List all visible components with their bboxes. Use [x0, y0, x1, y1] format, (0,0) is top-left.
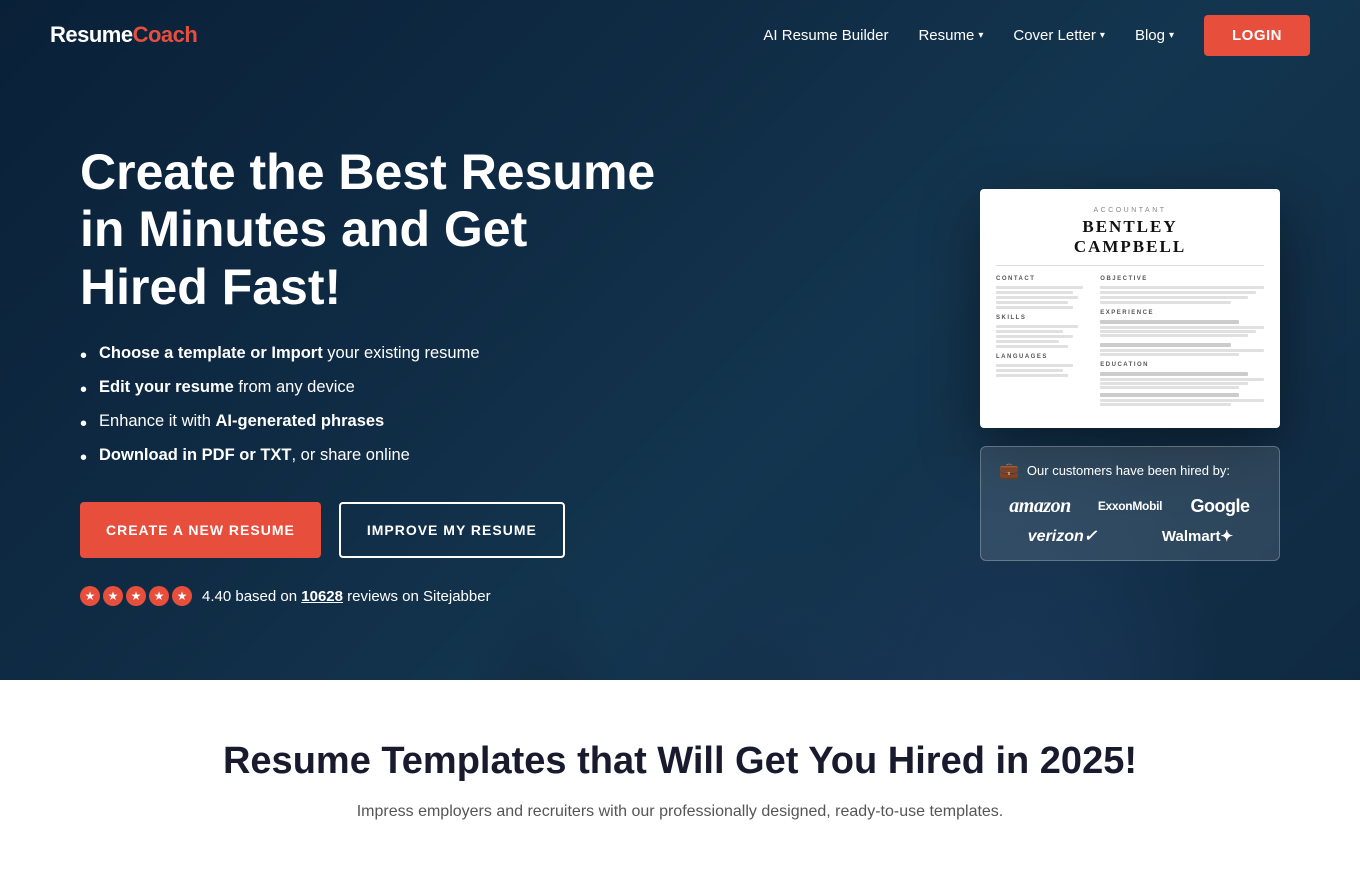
create-resume-button[interactable]: CREATE A NEW RESUME: [80, 502, 321, 558]
stars-container: ★ ★ ★ ★ ★: [80, 586, 192, 606]
nav-resume[interactable]: Resume ▾: [918, 27, 983, 44]
logo-text2: Coach: [133, 22, 198, 47]
hero-bullets-list: • Choose a template or Import your exist…: [80, 344, 660, 470]
resume-col-left: CONTACT SKILLS LANGU: [996, 276, 1092, 410]
star-5-half: ★: [172, 586, 192, 606]
hero-right: ACCOUNTANT BENTLEY CAMPBELL CONTACT S: [980, 189, 1280, 561]
nav-cover-letter[interactable]: Cover Letter ▾: [1013, 27, 1105, 44]
exxon-logo: ExxonMobil: [1098, 499, 1162, 513]
nav-ai-resume-builder[interactable]: AI Resume Builder: [763, 27, 888, 44]
nav-blog[interactable]: Blog ▾: [1135, 27, 1174, 44]
resume-section-skills: SKILLS: [996, 315, 1092, 321]
chevron-down-icon: ▾: [978, 30, 983, 41]
briefcase-icon: 💼: [999, 461, 1019, 481]
resume-body: CONTACT SKILLS LANGU: [996, 276, 1264, 410]
amazon-logo: amazon: [1009, 495, 1070, 518]
rating-text: 4.40 based on 10628 reviews on Sitejabbe…: [202, 588, 491, 605]
bullet-2: • Edit your resume from any device: [80, 378, 660, 402]
resume-section-objective: OBJECTIVE: [1100, 276, 1264, 282]
resume-section-education: EDUCATION: [1100, 362, 1264, 368]
bullet-4: • Download in PDF or TXT, or share onlin…: [80, 446, 660, 470]
resume-section-experience: EXPERIENCE: [1100, 310, 1264, 316]
bullet-dot-4: •: [80, 446, 87, 470]
resume-preview-card: ACCOUNTANT BENTLEY CAMPBELL CONTACT S: [980, 189, 1280, 428]
hero-section: ResumeCoach AI Resume Builder Resume ▾ C…: [0, 0, 1360, 680]
hero-title: Create the Best Resume in Minutes and Ge…: [80, 144, 660, 317]
companies-row1: amazon ExxonMobil Google: [999, 495, 1261, 518]
bullet-dot-2: •: [80, 378, 87, 402]
rating-link[interactable]: 10628: [301, 588, 343, 605]
hired-by-label: 💼 Our customers have been hired by:: [999, 461, 1261, 481]
star-4: ★: [149, 586, 169, 606]
bullet-3: • Enhance it with AI-generated phrases: [80, 412, 660, 436]
google-logo: Google: [1191, 496, 1250, 517]
login-button[interactable]: LOGIN: [1204, 15, 1310, 56]
resume-col-right: OBJECTIVE EXPERIENCE: [1100, 276, 1264, 410]
companies-row2: verizon✓ Walmart✦: [999, 526, 1261, 546]
chevron-down-icon-2: ▾: [1100, 30, 1105, 41]
walmart-logo: Walmart✦: [1162, 527, 1233, 545]
resume-name-2: CAMPBELL: [996, 237, 1264, 257]
star-2: ★: [103, 586, 123, 606]
bottom-section: Resume Templates that Will Get You Hired…: [0, 680, 1360, 871]
hero-content: Create the Best Resume in Minutes and Ge…: [0, 70, 1360, 680]
bullet-dot: •: [80, 344, 87, 368]
improve-resume-button[interactable]: IMPROVE MY RESUME: [339, 502, 565, 558]
resume-name: BENTLEY: [996, 217, 1264, 237]
bullet-dot-3: •: [80, 412, 87, 436]
hero-left: Create the Best Resume in Minutes and Ge…: [80, 144, 660, 607]
logo-text: Resume: [50, 22, 133, 47]
hero-buttons: CREATE A NEW RESUME IMPROVE MY RESUME: [80, 502, 660, 558]
bullet-1: • Choose a template or Import your exist…: [80, 344, 660, 368]
nav-links: AI Resume Builder Resume ▾ Cover Letter …: [763, 15, 1310, 56]
resume-job-title: ACCOUNTANT: [996, 207, 1264, 214]
resume-section-contact: CONTACT: [996, 276, 1092, 282]
verizon-logo: verizon✓: [1028, 526, 1097, 546]
resume-header: ACCOUNTANT BENTLEY CAMPBELL: [996, 207, 1264, 266]
bottom-title: Resume Templates that Will Get You Hired…: [40, 740, 1320, 783]
star-3: ★: [126, 586, 146, 606]
resume-section-languages: LANGUAGES: [996, 354, 1092, 360]
logo[interactable]: ResumeCoach: [50, 22, 197, 48]
bottom-subtitle: Impress employers and recruiters with ou…: [330, 803, 1030, 821]
chevron-down-icon-3: ▾: [1169, 30, 1174, 41]
star-1: ★: [80, 586, 100, 606]
hero-rating: ★ ★ ★ ★ ★ 4.40 based on 10628 reviews on…: [80, 586, 660, 606]
navbar: ResumeCoach AI Resume Builder Resume ▾ C…: [0, 0, 1360, 70]
hired-by-box: 💼 Our customers have been hired by: amaz…: [980, 446, 1280, 561]
